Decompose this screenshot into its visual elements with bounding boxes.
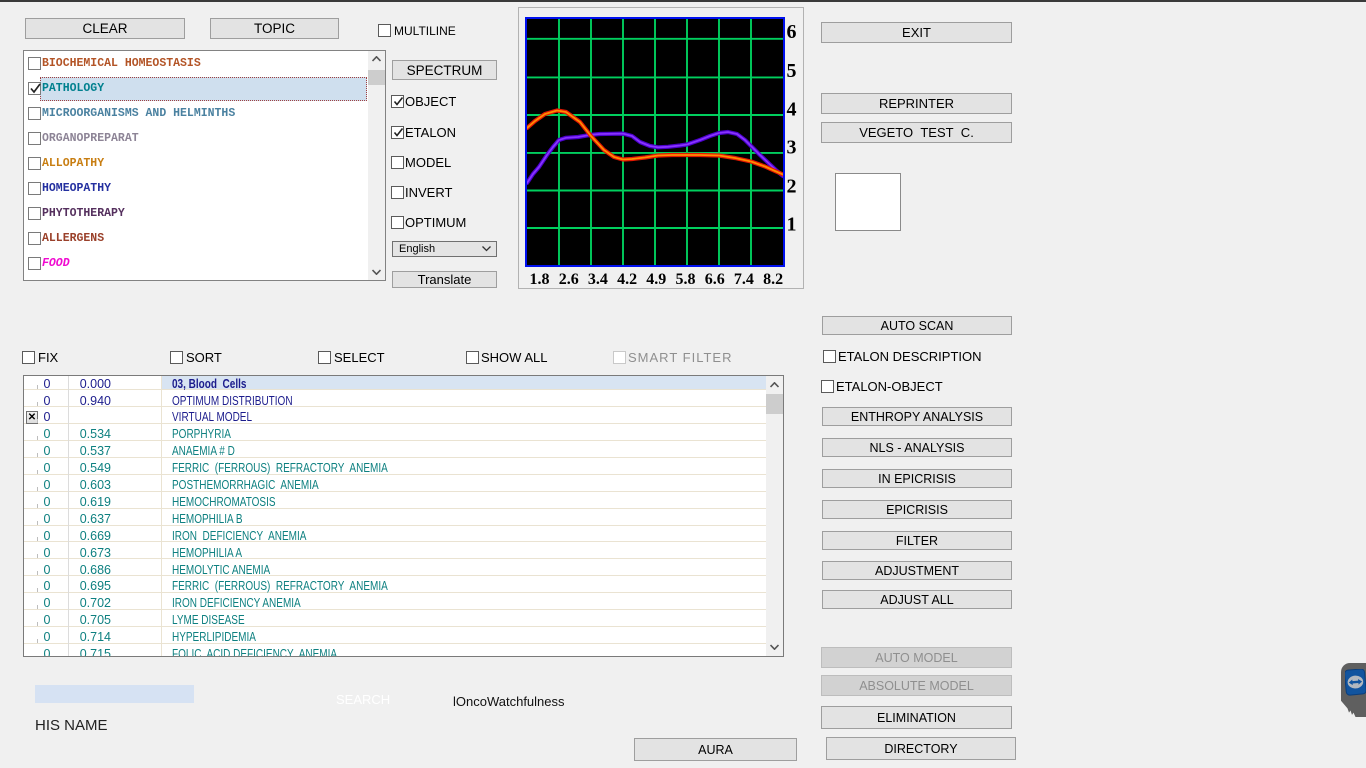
svg-text:5: 5 (787, 60, 797, 82)
svg-text:8.2: 8.2 (763, 271, 783, 288)
svg-text:2: 2 (787, 176, 797, 198)
svg-text:2.6: 2.6 (559, 271, 579, 288)
svg-text:3: 3 (787, 137, 797, 159)
svg-text:6.6: 6.6 (705, 271, 725, 288)
svg-text:3.4: 3.4 (588, 271, 608, 288)
svg-text:6: 6 (787, 21, 797, 43)
svg-text:4: 4 (787, 99, 797, 121)
svg-text:1.8: 1.8 (530, 271, 550, 288)
svg-text:4.2: 4.2 (617, 271, 637, 288)
svg-text:1: 1 (787, 214, 797, 236)
svg-text:4.9: 4.9 (646, 271, 666, 288)
svg-text:5.8: 5.8 (676, 271, 696, 288)
svg-text:7.4: 7.4 (734, 271, 754, 288)
